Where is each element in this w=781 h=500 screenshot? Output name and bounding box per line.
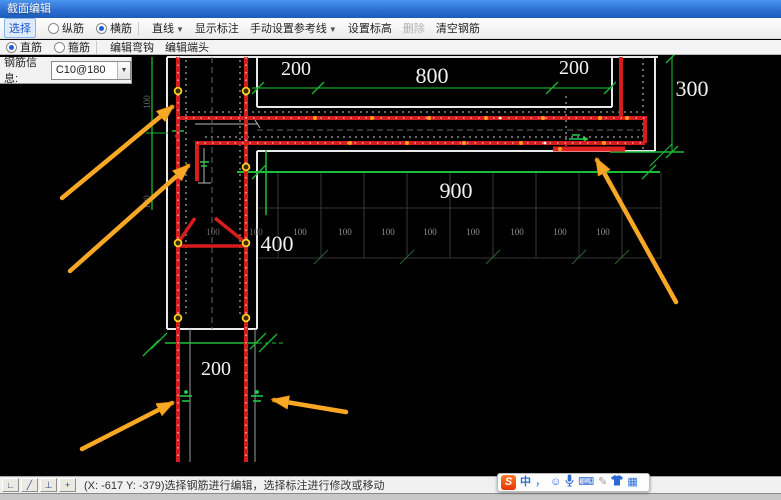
- manual-reference-dropdown[interactable]: 手动设置参考线 ▼: [246, 19, 341, 37]
- svg-text:100: 100: [293, 227, 307, 237]
- rebar-info-label: 钢筋信息:: [4, 57, 37, 85]
- radio-longitudinal[interactable]: 纵筋: [48, 20, 84, 36]
- radio-circle-icon[interactable]: [48, 22, 59, 34]
- center-lines: [211, 57, 640, 329]
- toolbar-row-2: 直筋 箍筋 编辑弯钩 编辑端头: [0, 40, 781, 55]
- manual-reference-label: 手动设置参考线: [249, 23, 327, 35]
- arrow-bottom-right-mark: [274, 400, 349, 415]
- leader-lines: [195, 119, 261, 184]
- show-annotation-button[interactable]: 显示标注: [191, 19, 243, 37]
- radio-straight-label: 直筋: [20, 42, 42, 54]
- dim-label-200-bottom: 200: [201, 358, 231, 380]
- perpendicular-icon[interactable]: ⊥: [40, 478, 57, 492]
- radio-stirrup[interactable]: 箍筋: [54, 39, 90, 55]
- section-edit-window: 截面编辑 选择 纵筋 横筋 直线 ▼ 显示标注 手动设置参考线 ▼ 设置标高 删除 …: [0, 0, 781, 500]
- arrow-bar-corner: [67, 166, 188, 274]
- add-point-icon[interactable]: +: [59, 478, 76, 492]
- punctuation-icon[interactable]: ，: [535, 475, 546, 490]
- dim-label-900: 900: [440, 178, 473, 203]
- svg-text:100: 100: [381, 227, 395, 237]
- title-bar[interactable]: 截面编辑: [0, 0, 781, 18]
- radio-longitudinal-label: 纵筋: [62, 23, 84, 35]
- annotation-arrows: [59, 107, 679, 452]
- svg-text:100: 100: [249, 227, 263, 237]
- dim-label-400: 400: [261, 231, 294, 256]
- svg-text:100: 100: [423, 227, 437, 237]
- chevron-down-icon: ▼: [328, 25, 337, 34]
- separator: [138, 21, 139, 35]
- radio-transverse[interactable]: 横筋: [96, 20, 132, 36]
- microphone-icon[interactable]: [565, 474, 574, 492]
- radio-checked-icon[interactable]: [96, 22, 107, 34]
- svg-text:100: 100: [142, 95, 152, 109]
- radio-circle-icon[interactable]: [54, 41, 65, 53]
- status-bar: ∟ ╱ ⊥ + (X: -617 Y: -379)选择钢筋进行编辑，选择标注进行…: [0, 476, 781, 493]
- radio-transverse-label: 横筋: [110, 23, 132, 35]
- svg-text:100: 100: [596, 227, 610, 237]
- radio-straight[interactable]: 直筋: [6, 39, 42, 55]
- dim-label-800: 800: [416, 63, 449, 88]
- rebar-spec-combobox[interactable]: C10@180 ▼: [50, 60, 131, 80]
- line-button-label: 直线: [152, 23, 174, 35]
- dim-label-200-top-left: 200: [281, 58, 311, 80]
- rebar-spec-value: C10@180: [55, 64, 106, 76]
- line-dropdown-button[interactable]: 直线 ▼: [148, 19, 188, 37]
- clear-rebar-button[interactable]: 清空钢筋: [432, 19, 484, 37]
- set-elevation-button[interactable]: 设置标高: [344, 19, 396, 37]
- svg-text:100: 100: [510, 227, 524, 237]
- cad-canvas[interactable]: 200 800 200 300 900 400 200 100 100 100 …: [0, 55, 781, 476]
- dim-label-200-top-right: 200: [559, 57, 589, 79]
- handwriting-icon[interactable]: ✎: [598, 475, 607, 490]
- emoji-icon[interactable]: ☺: [550, 475, 561, 490]
- chinese-mode-icon[interactable]: 中: [520, 475, 531, 490]
- arrow-bottom-left-mark: [79, 400, 172, 452]
- svg-text:100: 100: [206, 227, 220, 237]
- svg-text:100: 100: [466, 227, 480, 237]
- toolbar-row-1: 选择 纵筋 横筋 直线 ▼ 显示标注 手动设置参考线 ▼ 设置标高 删除 清空钢筋: [0, 18, 781, 39]
- diagonal-snap-icon[interactable]: ╱: [21, 478, 38, 492]
- dashed-guides: [185, 57, 644, 318]
- dim-label-300: 300: [676, 76, 709, 101]
- skin-shirt-icon[interactable]: [611, 474, 624, 491]
- svg-text:100: 100: [338, 227, 352, 237]
- section-drawing[interactable]: 200 800 200 300 900 400 200 100 100 100 …: [0, 55, 781, 476]
- ortho-axis-icon[interactable]: ∟: [2, 478, 19, 492]
- keyboard-icon[interactable]: ⌨: [578, 475, 594, 490]
- sogou-logo-icon[interactable]: S: [501, 475, 516, 490]
- separator: [96, 40, 97, 54]
- rebar-info-panel: 钢筋信息: C10@180 ▼: [0, 57, 132, 85]
- svg-text:100: 100: [553, 227, 567, 237]
- chevron-down-icon[interactable]: ▼: [117, 61, 130, 79]
- window-title: 截面编辑: [7, 3, 51, 15]
- toolbox-grid-icon[interactable]: ▦: [627, 475, 637, 490]
- delete-button[interactable]: 删除: [399, 19, 429, 37]
- radio-stirrup-label: 箍筋: [68, 42, 90, 54]
- radio-checked-icon[interactable]: [6, 41, 17, 53]
- chevron-down-icon: ▼: [176, 25, 184, 34]
- edit-hook-button[interactable]: 编辑弯钩: [106, 38, 158, 56]
- select-button[interactable]: 选择: [4, 18, 36, 38]
- window-bottom-edge: [0, 493, 781, 500]
- status-message: (X: -617 Y: -379)选择钢筋进行编辑，选择标注进行修改或移动: [84, 480, 385, 492]
- rebar-section-dots: [175, 116, 629, 151]
- arrow-wall-top: [59, 107, 172, 201]
- edit-end-button[interactable]: 编辑端头: [161, 38, 213, 56]
- dimension-lines-green: [142, 55, 684, 357]
- concrete-outline: [166, 56, 658, 330]
- grid-tick-marks: [313, 249, 630, 265]
- ime-toolbar[interactable]: S 中 ， ☺ ⌨ ✎ ▦: [497, 473, 650, 492]
- dimension-labels: 200 800 200 300 900 400 200: [201, 57, 709, 380]
